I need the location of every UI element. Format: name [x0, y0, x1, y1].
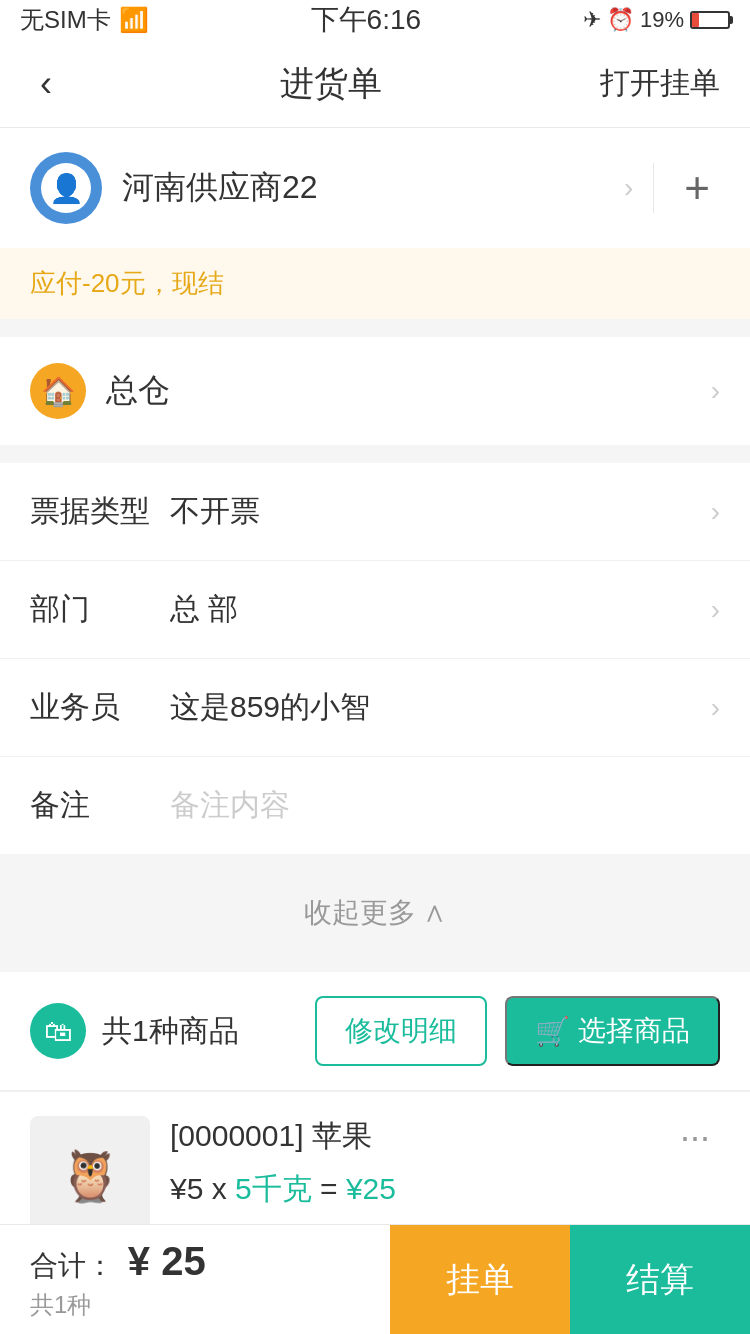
product-name: [0000001] 苹果 — [170, 1116, 670, 1157]
salesperson-chevron-icon: › — [711, 692, 720, 724]
products-header: 🛍 共1种商品 修改明细 🛒 选择商品 — [0, 972, 750, 1091]
nav-bar: ‹ 进货单 打开挂单 — [0, 40, 750, 128]
select-product-button[interactable]: 🛒 选择商品 — [505, 996, 720, 1066]
supplier-row[interactable]: 👤 河南供应商22 › + — [0, 128, 750, 248]
warehouse-name: 总仓 — [106, 369, 711, 413]
signal-text: 无SIM卡 — [20, 4, 111, 36]
bottom-bar: 合计： ¥ 25 共1种 挂单 结算 — [0, 1224, 750, 1334]
ticket-type-label: 票据类型 — [30, 491, 170, 532]
ticket-type-value: 不开票 — [170, 491, 711, 532]
status-left: 无SIM卡 📶 — [20, 4, 149, 36]
select-cart-icon: 🛒 — [535, 1015, 570, 1048]
equals: = — [320, 1172, 346, 1205]
product-code: [0000001] 苹果 — [170, 1119, 372, 1152]
page-title: 进货单 — [280, 61, 382, 107]
collapse-row[interactable]: 收起更多 ∧ — [0, 872, 750, 954]
department-label: 部门 — [30, 589, 170, 630]
status-time: 下午6:16 — [311, 1, 422, 39]
supplier-name: 河南供应商22 — [122, 166, 624, 210]
total-count: 共1种 — [30, 1289, 360, 1321]
back-button[interactable]: ‹ — [30, 53, 62, 115]
salesperson-label: 业务员 — [30, 687, 170, 728]
form-section: 票据类型 不开票 › 部门 总 部 › 业务员 这是859的小智 › 备注 备注… — [0, 463, 750, 854]
quantity: 5千克 — [235, 1172, 312, 1205]
ticket-type-row[interactable]: 票据类型 不开票 › — [0, 463, 750, 561]
status-right: ✈ ⏰ 19% — [583, 7, 730, 33]
product-info: [0000001] 苹果 ¥5 x 5千克 = ¥25 — [170, 1116, 670, 1210]
checkout-button[interactable]: 结算 — [570, 1225, 750, 1335]
total-amount: ¥ 25 — [128, 1239, 206, 1283]
location-icon: ✈ — [583, 7, 601, 33]
products-section: 🛍 共1种商品 修改明细 🛒 选择商品 🦉 [0000001] 苹果 ¥5 x … — [0, 972, 750, 1260]
department-chevron-icon: › — [711, 594, 720, 626]
battery-icon — [690, 11, 730, 29]
collapse-label: 收起更多 ∧ — [304, 894, 447, 932]
note-row[interactable]: 备注 备注内容 — [0, 757, 750, 854]
house-icon: 🏠 — [41, 375, 76, 408]
warehouse-row[interactable]: 🏠 总仓 › — [0, 337, 750, 445]
cart-bag-icon: 🛍 — [44, 1015, 72, 1048]
avatar-inner: 👤 — [41, 163, 91, 213]
warehouse-icon: 🏠 — [30, 363, 86, 419]
avatar-icon: 👤 — [49, 172, 84, 205]
total-price: ¥25 — [346, 1172, 396, 1205]
ticket-chevron-icon: › — [711, 496, 720, 528]
products-icon: 🛍 — [30, 1003, 86, 1059]
total-label: 合计： — [30, 1250, 114, 1281]
divider — [653, 163, 654, 213]
alert-banner: 应付-20元，现结 — [0, 248, 750, 319]
department-row[interactable]: 部门 总 部 › — [0, 561, 750, 659]
edit-detail-button[interactable]: 修改明细 — [315, 996, 487, 1066]
add-button[interactable]: + — [674, 166, 720, 210]
battery-percent: 19% — [640, 7, 684, 33]
alarm-icon: ⏰ — [607, 7, 634, 33]
products-count: 共1种商品 — [102, 1011, 315, 1052]
warehouse-section: 🏠 总仓 › — [0, 337, 750, 445]
supplier-section: 👤 河南供应商22 › + 应付-20元，现结 — [0, 128, 750, 319]
product-thumbnail: 🦉 — [30, 1116, 150, 1236]
department-value: 总 部 — [170, 589, 711, 630]
supplier-chevron-icon: › — [624, 172, 633, 204]
note-label: 备注 — [30, 785, 170, 826]
salesperson-value: 这是859的小智 — [170, 687, 711, 728]
total-row: 合计： ¥ 25 — [30, 1239, 360, 1285]
note-placeholder: 备注内容 — [170, 785, 720, 826]
supplier-actions: › + — [624, 163, 720, 213]
unit-price: ¥5 x — [170, 1172, 235, 1205]
total-section: 合计： ¥ 25 共1种 — [0, 1239, 390, 1321]
salesperson-row[interactable]: 业务员 这是859的小智 › — [0, 659, 750, 757]
select-product-label: 选择商品 — [578, 1012, 690, 1050]
more-options-button[interactable]: ··· — [670, 1116, 720, 1158]
alert-text: 应付-20元，现结 — [30, 268, 224, 298]
main-content: 👤 河南供应商22 › + 应付-20元，现结 🏠 总仓 › 票据类型 — [0, 128, 750, 1260]
product-price: ¥5 x 5千克 = ¥25 — [170, 1169, 670, 1210]
wifi-icon: 📶 — [119, 6, 149, 34]
warehouse-chevron-icon: › — [711, 375, 720, 407]
open-pending-button[interactable]: 打开挂单 — [600, 63, 720, 104]
status-bar: 无SIM卡 📶 下午6:16 ✈ ⏰ 19% — [0, 0, 750, 40]
pend-button[interactable]: 挂单 — [390, 1225, 570, 1335]
supplier-avatar: 👤 — [30, 152, 102, 224]
owl-icon: 🦉 — [59, 1147, 121, 1205]
